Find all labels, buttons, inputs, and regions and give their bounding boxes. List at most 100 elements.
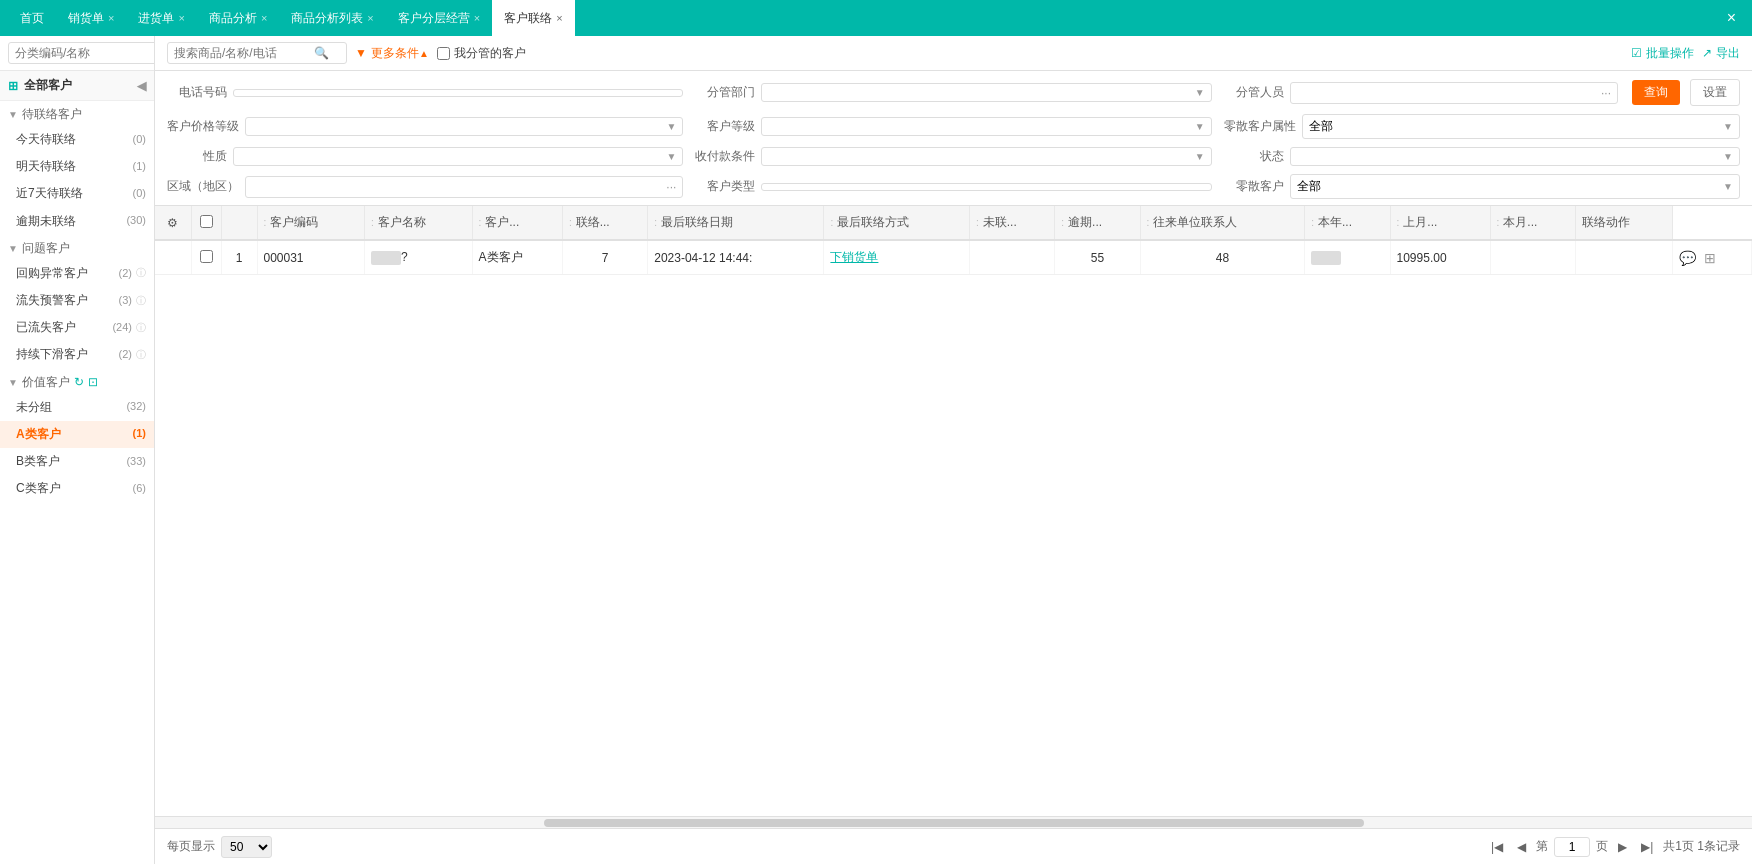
row-overdue: 48 [1140, 240, 1305, 275]
filter-retail-attr-select[interactable]: 全部 ▼ [1302, 114, 1740, 139]
horizontal-scrollbar[interactable] [544, 819, 1364, 827]
filter-dept-select[interactable]: ▼ [761, 83, 1211, 102]
nav-purchase-close[interactable]: × [178, 12, 184, 24]
sidebar-all-customers[interactable]: ⊞ 全部客户 ◀ [0, 71, 154, 101]
nav-customer-contact[interactable]: 客户联络 × [492, 0, 574, 36]
filter-more-button[interactable]: ▼ 更多条件 ▲ [355, 45, 429, 62]
filter-nature: 性质 ▼ [167, 147, 683, 166]
filter-customer-level: 客户等级 ▼ [695, 114, 1211, 139]
sidebar-collapse-icon[interactable]: ◀ [137, 79, 146, 93]
nav-customer-segment[interactable]: 客户分层经营 × [386, 0, 492, 36]
export-button[interactable]: ↗ 导出 [1702, 45, 1740, 62]
chevron-down-icon-3: ▼ [1195, 121, 1205, 132]
dots-icon-1[interactable]: ··· [1601, 86, 1611, 100]
table-col-code[interactable]: :客户编码 [257, 206, 365, 240]
prev-page-button[interactable]: ◀ [1513, 838, 1530, 856]
sidebar-search-input[interactable] [8, 42, 155, 64]
table-col-contact[interactable]: :联络... [562, 206, 647, 240]
sidebar-item-b-class[interactable]: B类客户 (33) [0, 448, 154, 475]
nav-sales-close[interactable]: × [108, 12, 114, 24]
filter-search-icon[interactable]: 🔍 [314, 46, 329, 60]
action-qr-icon[interactable]: ⊞ [1704, 250, 1716, 266]
filter-price-level-select[interactable]: ▼ [245, 117, 683, 136]
action-message-icon[interactable]: 💬 [1679, 250, 1696, 266]
chevron-down-icon-4: ▼ [1723, 121, 1733, 132]
filter-phone-input[interactable] [233, 89, 683, 97]
sidebar-group-pending[interactable]: ▼ 待联络客户 [0, 101, 154, 126]
dots-icon-2[interactable]: ··· [666, 180, 676, 194]
nav-home[interactable]: 首页 [8, 0, 56, 36]
sidebar-item-churn-warning[interactable]: 流失预警客户 (3) ⓘ [0, 287, 154, 314]
sidebar-item-declining[interactable]: 持续下滑客户 (2) ⓘ [0, 341, 154, 368]
page-number-input[interactable] [1554, 837, 1590, 857]
table-header-row: ⚙ :客户编码 :客户名称 :客户... :联络... :最后联络日期 :最后联… [155, 206, 1752, 240]
filter-nature-select[interactable]: ▼ [233, 147, 683, 166]
sidebar-item-tomorrow[interactable]: 明天待联络 (1) [0, 153, 154, 180]
last-method-link[interactable]: 下销货单 [830, 250, 878, 264]
row-check[interactable] [191, 240, 221, 275]
value-refresh-icon[interactable]: ↻ [74, 375, 84, 389]
window-close-button[interactable]: × [1719, 9, 1744, 27]
table-col-gear[interactable]: ⚙ [155, 206, 191, 240]
nav-sales[interactable]: 销货单 × [56, 0, 126, 36]
nav-customer-contact-close[interactable]: × [556, 12, 562, 24]
filter-retail-select[interactable]: 全部 ▼ [1290, 174, 1740, 199]
info-icon-3: ⓘ [136, 320, 146, 336]
batch-operation-button[interactable]: ☑ 批量操作 [1631, 45, 1694, 62]
settings-button[interactable]: 设置 [1690, 79, 1740, 106]
export-icon: ↗ [1702, 46, 1712, 60]
sidebar-item-a-class[interactable]: A类客户 (1) [0, 421, 154, 448]
sidebar-item-repurchase-abnormal[interactable]: 回购异常客户 (2) ⓘ [0, 260, 154, 287]
table-col-contact-person[interactable]: :往来单位联系人 [1140, 206, 1305, 240]
sidebar-item-churned[interactable]: 已流失客户 (24) ⓘ [0, 314, 154, 341]
per-page-select[interactable]: 50 100 200 [221, 836, 272, 858]
next-page-button[interactable]: ▶ [1614, 838, 1631, 856]
table-col-year-amount[interactable]: :本年... [1305, 206, 1390, 240]
row-year-amount: 10995.00 [1390, 240, 1490, 275]
nav-customer-segment-close[interactable]: × [474, 12, 480, 24]
sidebar-item-overdue[interactable]: 逾期未联络 (30) [0, 208, 154, 235]
sidebar-item-unclassified[interactable]: 未分组 (32) [0, 394, 154, 421]
funnel-icon: ▼ [355, 46, 367, 60]
row-checkbox[interactable] [200, 250, 213, 263]
sidebar-group-problem[interactable]: ▼ 问题客户 [0, 235, 154, 260]
table-col-name[interactable]: :客户名称 [365, 206, 473, 240]
filter-bar: 🔍 ▼ 更多条件 ▲ 我分管的客户 ☑ 批量操作 ↗ 导出 [155, 36, 1752, 71]
row-contact-count: 7 [562, 240, 647, 275]
nav-product-analysis[interactable]: 商品分析 × [197, 0, 279, 36]
filter-search-input[interactable] [174, 46, 314, 60]
sidebar-item-c-class[interactable]: C类客户 (6) [0, 475, 154, 502]
filter-status-select[interactable]: ▼ [1290, 147, 1740, 166]
table-col-last-month[interactable]: :上月... [1390, 206, 1490, 240]
my-customer-checkbox[interactable] [437, 47, 450, 60]
sidebar-item-today[interactable]: 今天待联络 (0) [0, 126, 154, 153]
nav-product-analysis-close[interactable]: × [261, 12, 267, 24]
filter-customer-level-select[interactable]: ▼ [761, 117, 1211, 136]
filter-region-input[interactable]: ··· [245, 176, 683, 198]
query-button[interactable]: 查询 [1632, 80, 1680, 105]
nav-product-list[interactable]: 商品分析列表 × [279, 0, 385, 36]
sidebar-item-7days[interactable]: 近7天待联络 (0) [0, 180, 154, 207]
table-col-overdue[interactable]: :逾期... [1055, 206, 1140, 240]
table-col-this-month[interactable]: :本月... [1490, 206, 1575, 240]
table-col-last-date[interactable]: :最后联络日期 [648, 206, 824, 240]
filter-person-input[interactable]: ··· [1290, 82, 1618, 104]
filter-customer-type-input[interactable] [761, 183, 1211, 191]
table-col-level[interactable]: :客户... [472, 206, 562, 240]
data-table-container: ⚙ :客户编码 :客户名称 :客户... :联络... :最后联络日期 :最后联… [155, 206, 1752, 816]
last-page-button[interactable]: ▶| [1637, 838, 1657, 856]
nav-product-list-close[interactable]: × [367, 12, 373, 24]
chevron-down-icon-6: ▼ [1195, 151, 1205, 162]
chevron-down-icon-8: ▼ [1723, 181, 1733, 192]
first-page-button[interactable]: |◀ [1487, 838, 1507, 856]
my-customer-filter[interactable]: 我分管的客户 [437, 45, 526, 62]
row-last-method: 下销货单 [824, 240, 970, 275]
table-col-last-method[interactable]: :最后联络方式 [824, 206, 970, 240]
nav-purchase[interactable]: 进货单 × [126, 0, 196, 36]
table-col-check[interactable] [191, 206, 221, 240]
sidebar-group-value[interactable]: ▼ 价值客户 ↻ ⊡ [0, 369, 154, 394]
select-all-checkbox[interactable] [200, 215, 213, 228]
filter-payment-select[interactable]: ▼ [761, 147, 1211, 166]
value-settings-icon[interactable]: ⊡ [88, 375, 98, 389]
table-col-no-contact[interactable]: :未联... [969, 206, 1054, 240]
